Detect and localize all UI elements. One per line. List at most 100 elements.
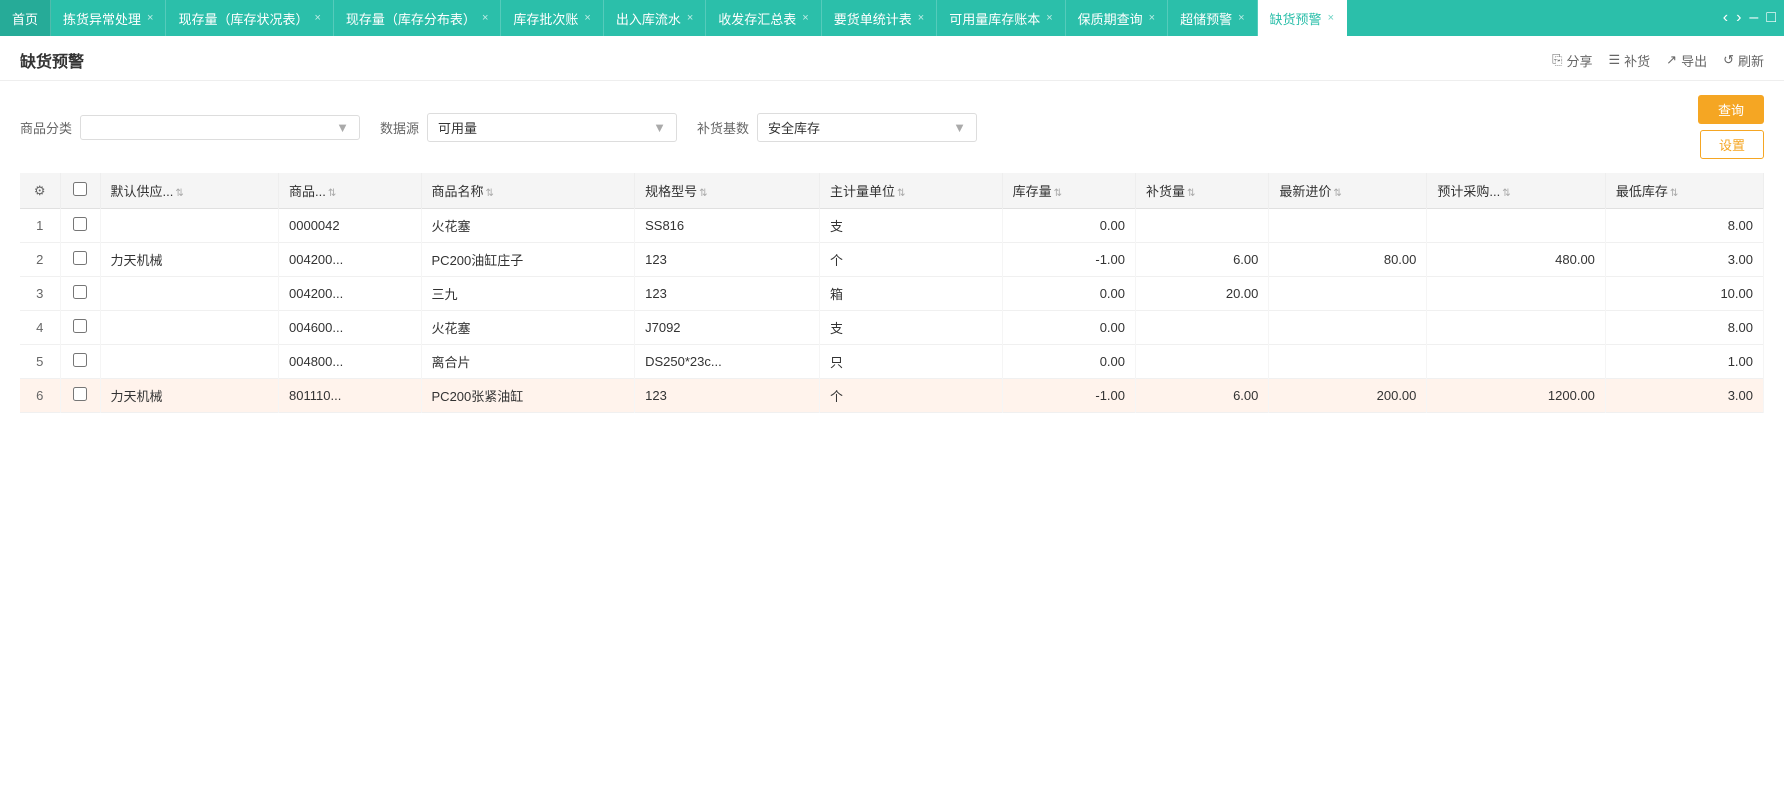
row-checkbox-1[interactable] [73, 217, 87, 231]
refresh-button[interactable]: ↺ 刷新 [1723, 51, 1764, 70]
export-button[interactable]: ↗ 导出 [1666, 51, 1707, 70]
row-unit-6: 个 [820, 379, 1003, 413]
row-est-purchase-4 [1427, 311, 1606, 345]
row-check-5[interactable] [60, 345, 100, 379]
row-stock-6: -1.00 [1002, 379, 1135, 413]
category-dropdown-icon: ▼ [336, 120, 349, 135]
share-button[interactable]: ⎘ 分享 [1552, 51, 1592, 70]
datasource-select[interactable]: 可用量 ▼ [427, 113, 677, 142]
sort-product-code-icon[interactable]: ⇅ [328, 188, 336, 199]
tab-bad-process[interactable]: 拣货异常处理 × [51, 0, 166, 36]
replenish-base-select[interactable]: 安全库存 ▼ [757, 113, 977, 142]
sort-product-name-icon[interactable]: ⇅ [486, 188, 494, 199]
tab-close-stock-status[interactable]: × [314, 12, 320, 24]
sort-stock-icon[interactable]: ⇅ [1054, 188, 1062, 199]
tab-order-stat[interactable]: 要货单统计表 × [822, 0, 937, 36]
tab-stock-dist[interactable]: 现存量（库存分布表） × [334, 0, 501, 36]
row-stock-1: 0.00 [1002, 209, 1135, 243]
row-check-3[interactable] [60, 277, 100, 311]
row-unit-1: 支 [820, 209, 1003, 243]
tab-expiry[interactable]: 保质期查询 × [1066, 0, 1168, 36]
tab-close-stock-dist[interactable]: × [482, 12, 488, 24]
row-checkbox-3[interactable] [73, 285, 87, 299]
row-latest-price-3 [1269, 277, 1427, 311]
datasource-value: 可用量 [438, 118, 477, 137]
row-checkbox-5[interactable] [73, 353, 87, 367]
tab-maximize[interactable]: □ [1762, 0, 1780, 36]
tab-stock-status[interactable]: 现存量（库存状况表） × [166, 0, 333, 36]
tab-nav-left[interactable]: ‹ [1719, 0, 1732, 36]
row-checkbox-4[interactable] [73, 319, 87, 333]
tab-close-inout-flow[interactable]: × [687, 12, 693, 24]
header-actions: ⎘ 分享 ☰ 补货 ↗ 导出 ↺ 刷新 [1552, 51, 1764, 70]
sort-unit-icon[interactable]: ⇅ [897, 188, 905, 199]
replenish-button[interactable]: ☰ 补货 [1608, 51, 1650, 70]
tab-close-order-stat[interactable]: × [918, 12, 924, 24]
row-min-stock-3: 10.00 [1605, 277, 1763, 311]
tab-close-avail-ledger[interactable]: × [1046, 12, 1052, 24]
row-product-code-2: 004200... [279, 243, 422, 277]
sort-est-purchase-icon[interactable]: ⇅ [1502, 188, 1510, 199]
query-button[interactable]: 查询 [1698, 95, 1764, 124]
replenish-base-label: 补货基数 [697, 118, 749, 137]
row-num-4: 4 [20, 311, 60, 345]
sort-supplier-icon[interactable]: ⇅ [175, 188, 183, 199]
tab-avail-ledger[interactable]: 可用量库存账本 × [937, 0, 1065, 36]
sort-spec-icon[interactable]: ⇅ [699, 188, 707, 199]
row-supplier-1 [100, 209, 279, 243]
tab-nav-right[interactable]: › [1732, 0, 1745, 36]
tab-minimize[interactable]: – [1745, 0, 1762, 36]
row-stock-5: 0.00 [1002, 345, 1135, 379]
row-min-stock-2: 3.00 [1605, 243, 1763, 277]
tab-close-overstock[interactable]: × [1238, 12, 1244, 24]
row-num-3: 3 [20, 277, 60, 311]
tab-close-batch[interactable]: × [584, 12, 590, 24]
page-title: 缺货预警 [20, 48, 84, 72]
row-product-name-3: 三九 [421, 277, 635, 311]
tab-inout-flow[interactable]: 出入库流水 × [604, 0, 706, 36]
row-spec-3: 123 [635, 277, 820, 311]
filter-datasource-group: 数据源 可用量 ▼ [380, 113, 677, 142]
col-replenish: 补货量⇅ [1136, 173, 1269, 209]
row-replenish-1 [1136, 209, 1269, 243]
tab-nav-controls: ‹ › – □ [1715, 0, 1784, 36]
row-checkbox-6[interactable] [73, 387, 87, 401]
row-checkbox-2[interactable] [73, 251, 87, 265]
tab-recv-summary[interactable]: 收发存汇总表 × [706, 0, 821, 36]
main-content: 缺货预警 ⎘ 分享 ☰ 补货 ↗ 导出 ↺ 刷新 商品分类 [0, 36, 1784, 796]
filter-category-group: 商品分类 ▼ [20, 115, 360, 140]
tab-shortage[interactable]: 缺货预警 × [1258, 0, 1347, 36]
category-select[interactable]: ▼ [80, 115, 360, 140]
tab-batch[interactable]: 库存批次账 × [501, 0, 603, 36]
settings-button[interactable]: 设置 [1700, 130, 1764, 159]
row-spec-2: 123 [635, 243, 820, 277]
tab-home[interactable]: 首页 [0, 0, 51, 36]
tab-close-bad-process[interactable]: × [147, 12, 153, 24]
tab-close-shortage[interactable]: × [1328, 12, 1334, 24]
row-unit-4: 支 [820, 311, 1003, 345]
row-product-name-1: 火花塞 [421, 209, 635, 243]
col-gear[interactable]: ⚙ [20, 173, 60, 209]
select-all-checkbox[interactable] [73, 182, 87, 196]
row-check-6[interactable] [60, 379, 100, 413]
row-supplier-3 [100, 277, 279, 311]
sort-latest-price-icon[interactable]: ⇅ [1333, 188, 1341, 199]
col-supplier: 默认供应...⇅ [100, 173, 279, 209]
row-check-4[interactable] [60, 311, 100, 345]
table-row: 1 0000042 火花塞 SS816 支 0.00 8.00 [20, 209, 1764, 243]
row-product-code-6: 801110... [279, 379, 422, 413]
sort-min-stock-icon[interactable]: ⇅ [1670, 188, 1678, 199]
row-replenish-3: 20.00 [1136, 277, 1269, 311]
row-stock-4: 0.00 [1002, 311, 1135, 345]
col-product-name: 商品名称⇅ [421, 173, 635, 209]
col-spec: 规格型号⇅ [635, 173, 820, 209]
sort-replenish-icon[interactable]: ⇅ [1187, 188, 1195, 199]
row-stock-2: -1.00 [1002, 243, 1135, 277]
tab-close-recv-summary[interactable]: × [802, 12, 808, 24]
row-product-code-5: 004800... [279, 345, 422, 379]
tab-close-expiry[interactable]: × [1149, 12, 1155, 24]
row-check-2[interactable] [60, 243, 100, 277]
tab-overstock[interactable]: 超储预警 × [1168, 0, 1257, 36]
row-supplier-2: 力天机械 [100, 243, 279, 277]
row-check-1[interactable] [60, 209, 100, 243]
